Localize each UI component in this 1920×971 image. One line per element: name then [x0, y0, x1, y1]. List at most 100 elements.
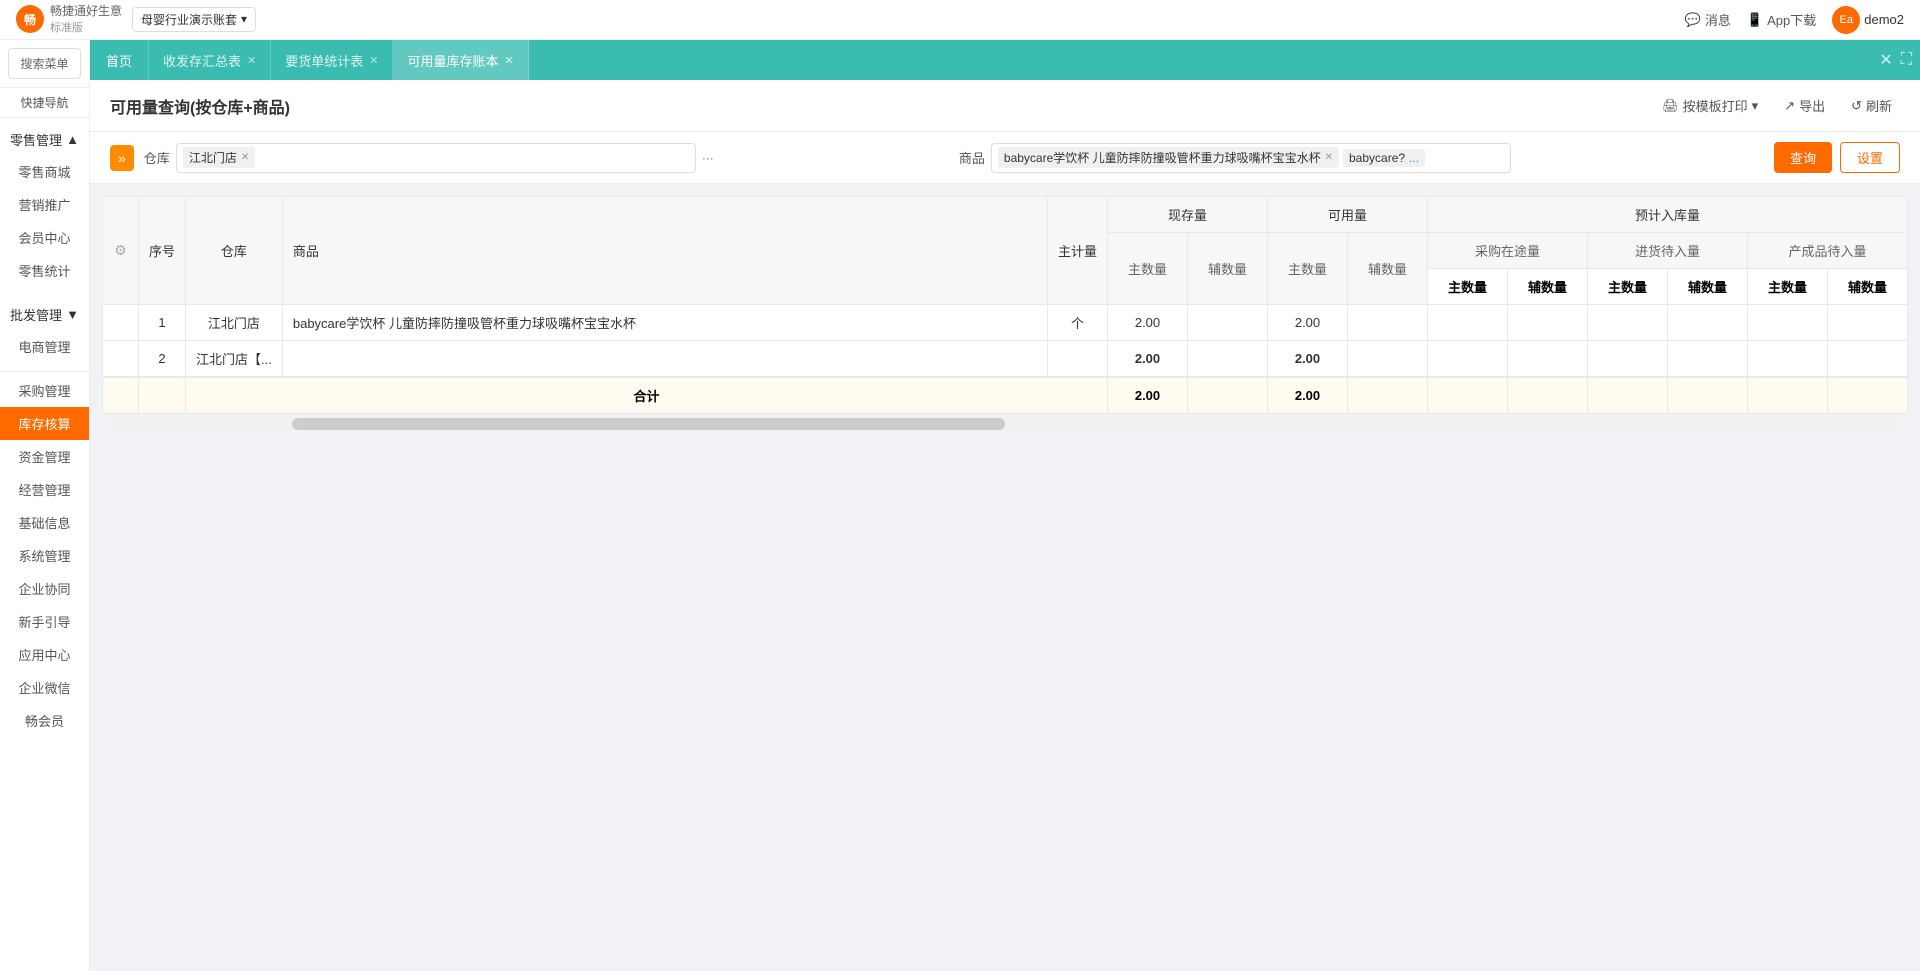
logo-text: 畅捷通好生意 标准版	[50, 4, 122, 34]
print-icon: 🖨	[1662, 98, 1679, 114]
refresh-button[interactable]: ↺ 刷新	[1843, 92, 1900, 119]
table-scroll-thumb	[292, 418, 1005, 430]
cell-no-1: 1	[139, 305, 186, 341]
sidebar-item-retail-mall[interactable]: 零售商城	[0, 155, 89, 188]
table-scrollbar[interactable]	[114, 418, 1896, 430]
app-download-button[interactable]: 📱 App下载	[1747, 10, 1816, 29]
sidebar-item-purchase[interactable]: 采购管理	[0, 374, 89, 407]
cell-incoming-aux-2	[1668, 341, 1748, 378]
warehouse-tag-close-1[interactable]: ✕	[241, 152, 249, 163]
sidebar-item-app-center[interactable]: 应用中心	[0, 638, 89, 671]
tab-receive-summary[interactable]: 收发存汇总表 ✕	[149, 40, 271, 80]
tab-order-stats[interactable]: 要货单统计表 ✕	[271, 40, 393, 80]
cell-purchase-main-2	[1428, 341, 1508, 378]
col-settings-header: ⚙	[103, 197, 139, 305]
tab-home[interactable]: 首页	[90, 40, 149, 80]
sidebar-item-member-plus[interactable]: 畅会员	[0, 704, 89, 737]
search-menu-button[interactable]: 搜索菜单	[8, 48, 81, 79]
cell-avail-aux-2	[1348, 341, 1428, 378]
tab-close-order[interactable]: ✕	[369, 54, 378, 67]
goods-tag-close-1[interactable]: ✕	[1325, 152, 1333, 163]
col-product-aux-header: 辅数量	[1828, 269, 1908, 305]
tab-close-available[interactable]: ✕	[505, 54, 514, 67]
tab-bar: 首页 收发存汇总表 ✕ 要货单统计表 ✕ 可用量库存账本 ✕ ✕ ⛶	[90, 40, 1920, 80]
sidebar-item-enterprise[interactable]: 企业协同	[0, 572, 89, 605]
query-button[interactable]: 查询	[1774, 142, 1832, 173]
filter-actions: 查询 设置	[1774, 142, 1900, 173]
cell-unit-2	[1047, 341, 1107, 378]
message-button[interactable]: 💬 消息	[1685, 10, 1731, 29]
sidebar-item-marketing[interactable]: 营销推广	[0, 188, 89, 221]
sidebar-section-retail-header[interactable]: 零售管理 ▲	[0, 124, 89, 155]
cell-stock-main-1: 2.00	[1108, 305, 1188, 341]
filter-more-btn[interactable]: ···	[702, 151, 714, 165]
cell-purchase-aux-2	[1508, 341, 1588, 378]
cell-no-2: 2	[139, 341, 186, 378]
export-button[interactable]: ↗ 导出	[1776, 92, 1833, 119]
chevron-up-icon: ▲	[66, 132, 79, 147]
sidebar-item-ecommerce[interactable]: 电商管理	[0, 330, 89, 363]
top-bar: 畅 畅捷通好生意 标准版 母婴行业演示账套 ▾ 💬 消息 📱 App下载 Ea …	[0, 0, 1920, 40]
sidebar-item-finance[interactable]: 资金管理	[0, 440, 89, 473]
warehouse-input[interactable]: 江北门店 ✕	[176, 143, 696, 173]
col-unit-header: 主计量	[1047, 197, 1107, 305]
tab-available-inventory[interactable]: 可用量库存账本 ✕	[393, 40, 528, 80]
sidebar-item-operation[interactable]: 经营管理	[0, 473, 89, 506]
summary-incoming-aux	[1668, 377, 1748, 414]
sidebar-section-wholesale-header[interactable]: 批发管理 ▼	[0, 299, 89, 330]
logo-area: 畅 畅捷通好生意 标准版	[16, 4, 122, 34]
print-template-button[interactable]: 🖨 按模板打印 ▾	[1654, 92, 1766, 119]
goods-label: 商品	[959, 148, 985, 167]
summary-product-main	[1748, 377, 1828, 414]
sidebar-item-retail-stats[interactable]: 零售统计	[0, 254, 89, 287]
sidebar-item-member[interactable]: 会员中心	[0, 221, 89, 254]
export-icon: ↗	[1784, 98, 1795, 114]
cell-product-main-1	[1748, 305, 1828, 341]
summary-label: 合计	[186, 377, 1108, 414]
user-profile[interactable]: Ea demo2	[1832, 6, 1904, 34]
sidebar-item-system[interactable]: 系统管理	[0, 539, 89, 572]
filter-expand-button[interactable]: »	[110, 145, 134, 171]
tenant-selector[interactable]: 母婴行业演示账套 ▾	[132, 7, 256, 32]
col-avail-main-header: 主数量	[1268, 233, 1348, 305]
cell-settings-1	[103, 305, 139, 341]
maximize-icon[interactable]: ⛶	[1901, 51, 1912, 69]
cell-avail-main-2: 2.00	[1268, 341, 1348, 378]
tab-close-receive[interactable]: ✕	[247, 54, 256, 67]
sidebar-quick-nav[interactable]: 快捷导航	[0, 88, 89, 118]
settings-icon[interactable]: ⚙	[114, 242, 127, 258]
col-incoming-main-header: 主数量	[1588, 269, 1668, 305]
filter-warehouse-group: 仓库 江北门店 ✕ ···	[144, 143, 949, 173]
data-table: ⚙ 序号 仓库 商品 主计量 现存量 可用量 预计入库量 主数量	[102, 196, 1908, 414]
table-row: 2 江北门店【... 2.00 2.00	[103, 341, 1908, 378]
goods-input[interactable]: babycare学饮杯 儿童防摔防撞吸管杯重力球吸嘴杯宝宝水杯 ✕ babyca…	[991, 143, 1511, 173]
summary-stock-main: 2.00	[1108, 377, 1188, 414]
sidebar-item-wechat[interactable]: 企业微信	[0, 671, 89, 704]
cell-stock-aux-2	[1188, 341, 1268, 378]
cell-incoming-aux-1	[1668, 305, 1748, 341]
logo-icon: 畅	[16, 5, 44, 33]
summary-product-aux	[1828, 377, 1908, 414]
col-purchase-main-header: 主数量	[1428, 269, 1508, 305]
cell-stock-main-2: 2.00	[1108, 341, 1188, 378]
sidebar-item-inventory[interactable]: 库存核算	[0, 407, 89, 440]
summary-incoming-main	[1588, 377, 1668, 414]
refresh-icon: ↺	[1851, 98, 1862, 114]
col-stock-aux-header: 辅数量	[1188, 233, 1268, 305]
message-icon: 💬	[1685, 12, 1701, 28]
sidebar-item-basic-info[interactable]: 基础信息	[0, 506, 89, 539]
cell-purchase-aux-1	[1508, 305, 1588, 341]
col-stock-main-header: 主数量	[1108, 233, 1188, 305]
col-incoming-aux-header: 辅数量	[1668, 269, 1748, 305]
close-window-icon[interactable]: ✕	[1879, 50, 1892, 70]
summary-settings	[103, 377, 139, 414]
sidebar-section-retail: 零售管理 ▲ 零售商城 营销推广 会员中心 零售统计	[0, 118, 89, 293]
chevron-down-icon: ▼	[66, 307, 79, 322]
col-no-header: 序号	[139, 197, 186, 305]
setting-button[interactable]: 设置	[1840, 142, 1900, 173]
page-header-actions: 🖨 按模板打印 ▾ ↗ 导出 ↺ 刷新	[1654, 92, 1900, 119]
user-name: demo2	[1864, 12, 1904, 27]
sidebar-item-guide[interactable]: 新手引导	[0, 605, 89, 638]
cell-purchase-main-1	[1428, 305, 1508, 341]
sidebar-section-wholesale: 批发管理 ▼ 电商管理	[0, 293, 89, 369]
